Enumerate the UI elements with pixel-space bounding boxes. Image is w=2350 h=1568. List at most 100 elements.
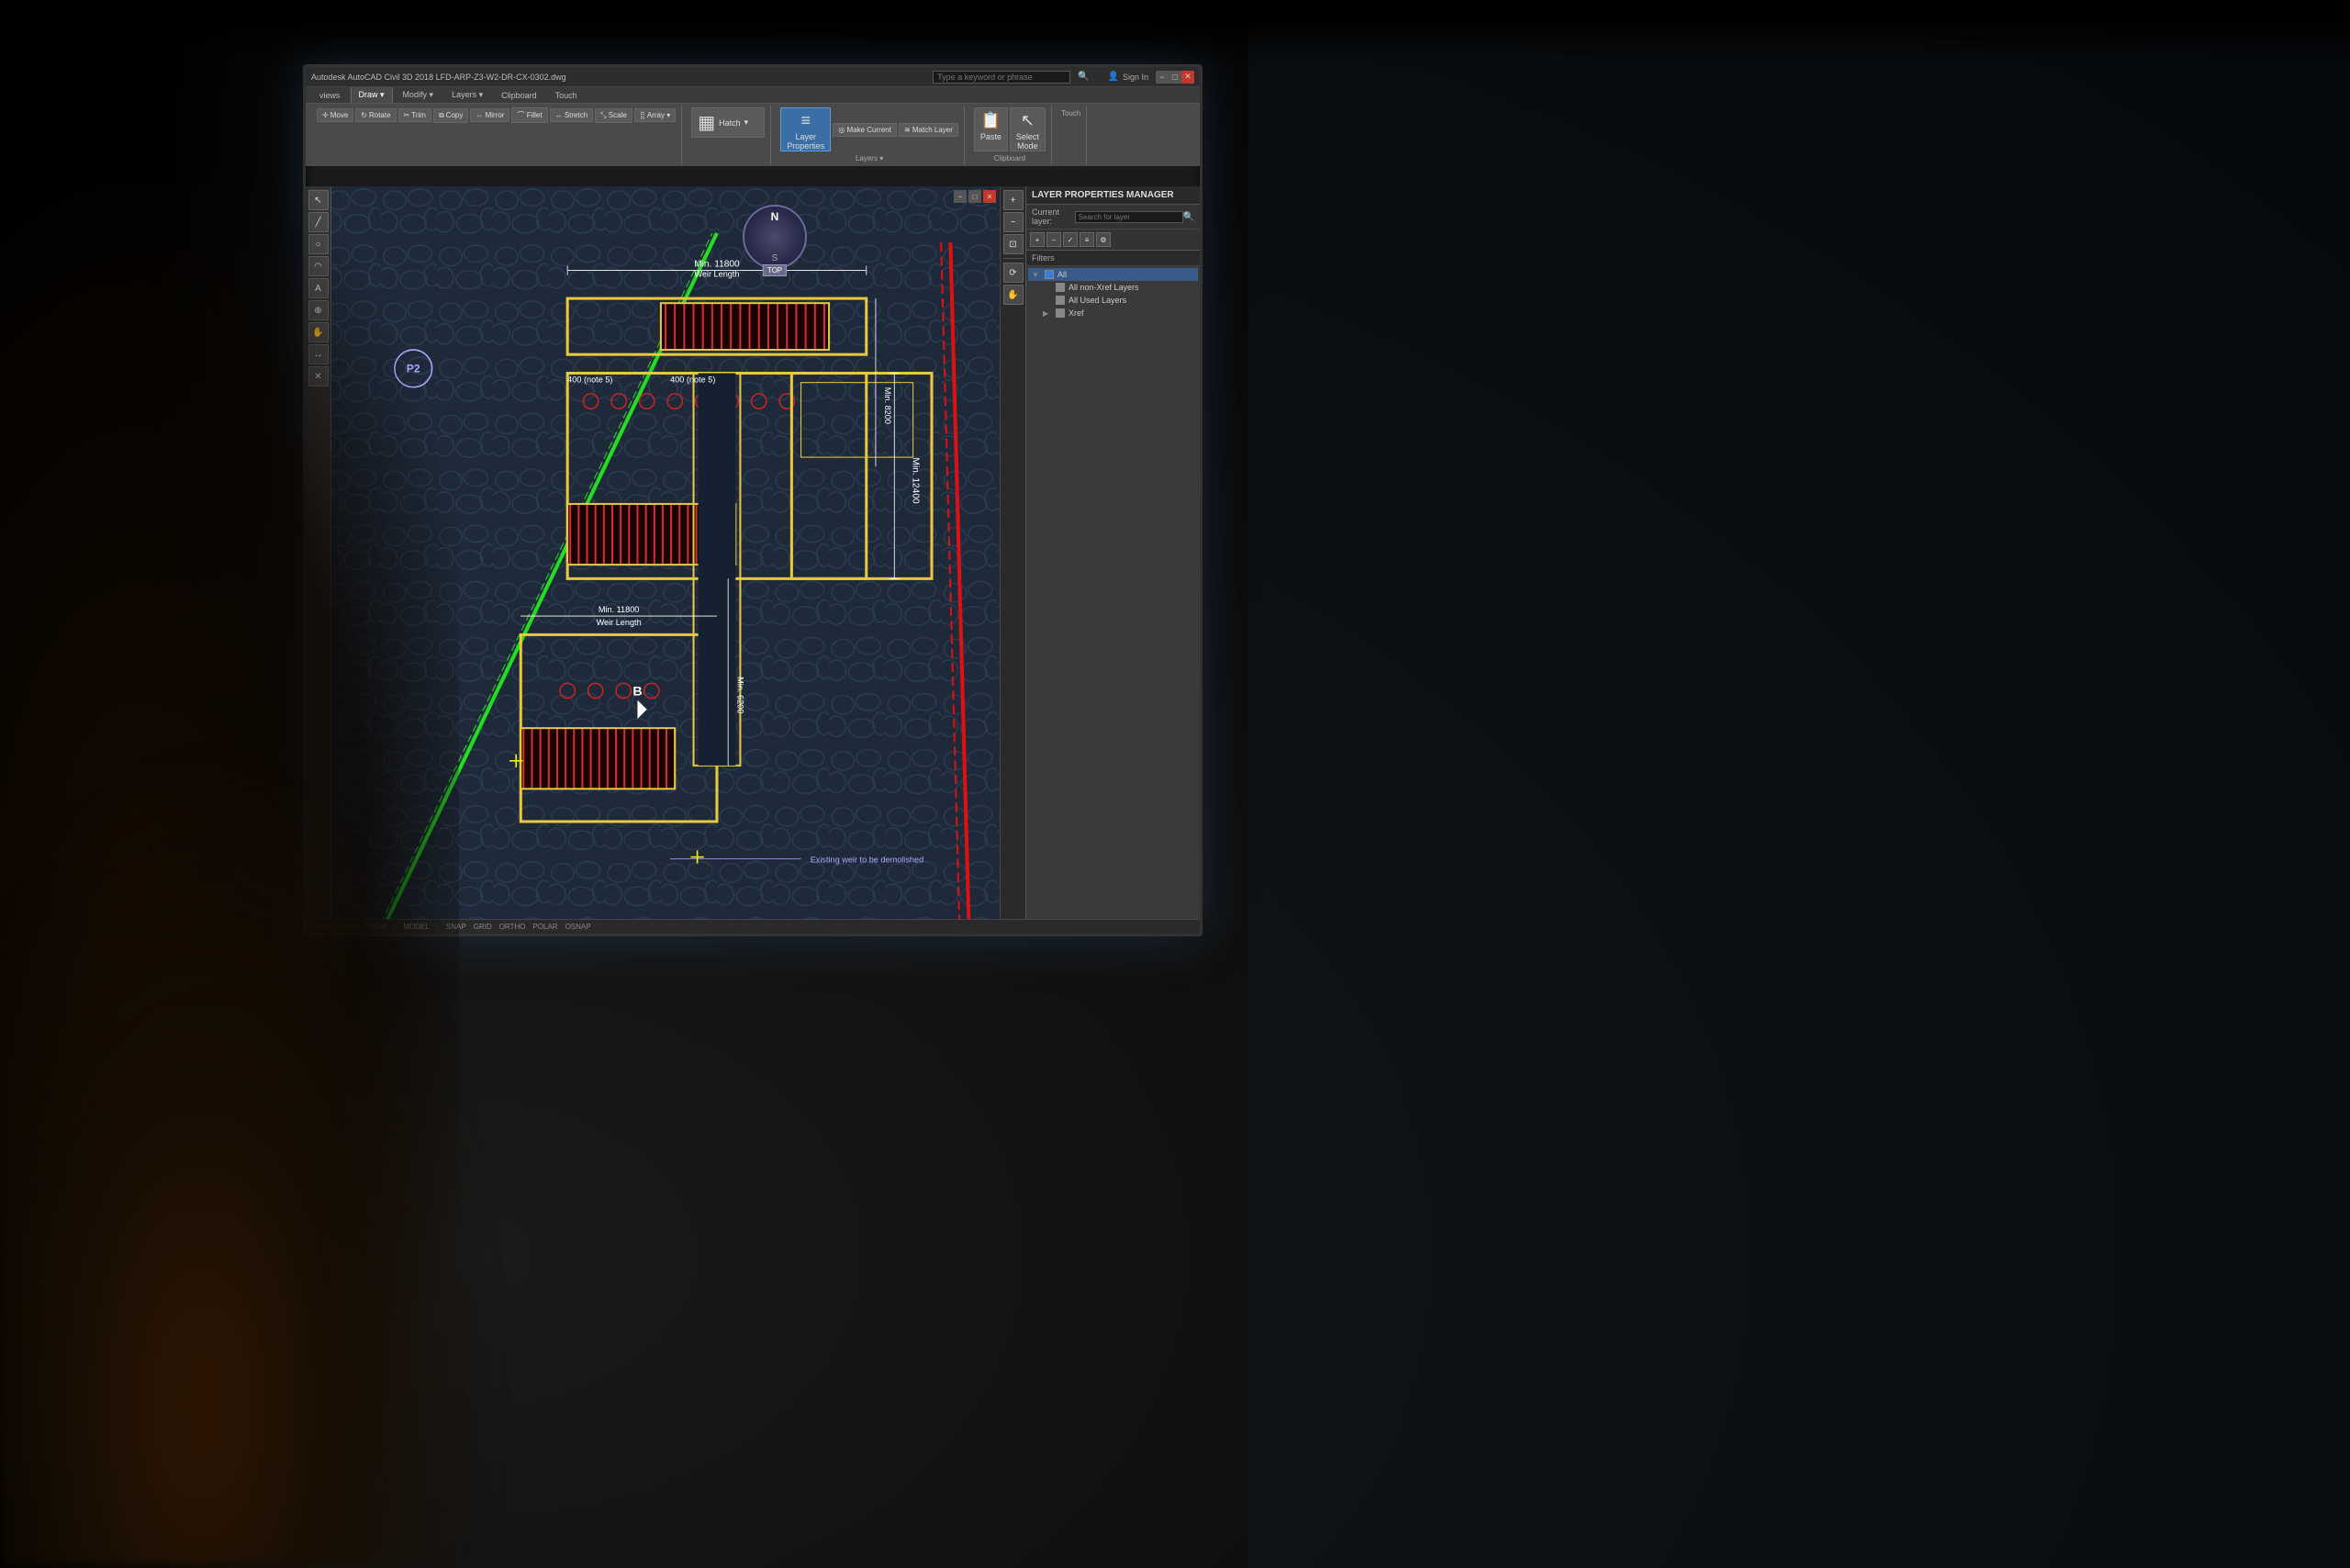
restore-button[interactable]: □ <box>1169 71 1181 84</box>
svg-text:Min. 11800: Min. 11800 <box>599 605 640 614</box>
model-button[interactable]: MODEL <box>403 923 429 931</box>
set-current-button[interactable]: ✓ <box>1063 232 1078 247</box>
draw-tools: ✛ Move ↻ Rotate ✂ Trim ⧉ Copy ⇔ Mirror ⌒… <box>317 107 676 123</box>
svg-text:P2: P2 <box>407 362 420 375</box>
ribbon-clipboard-group: 📋 Paste ↖ SelectMode Clipboard <box>968 106 1052 164</box>
tab-views[interactable]: views <box>311 87 349 103</box>
status-bar: 0.0000, 0.0000, 0.0000 | MODEL | SNAP GR… <box>306 919 1200 934</box>
layer-label-used: All Used Layers <box>1069 296 1126 305</box>
arc-tool-button[interactable]: ◠ <box>308 256 329 276</box>
layer-properties-icon: ≡ <box>801 111 811 130</box>
layer-states-button[interactable]: ≡ <box>1080 232 1094 247</box>
fillet-button[interactable]: ⌒ Fillet <box>511 107 547 123</box>
layer-panel-title: LAYER PROPERTIES MANAGER <box>1026 186 1200 205</box>
osnap-button[interactable]: OSNAP <box>565 923 591 931</box>
navigation-cube[interactable]: N S TOP <box>743 205 807 269</box>
layer-tree: ▼ All All non-Xref Layers All Used Layer… <box>1026 266 1200 934</box>
side-toolbar: ↖ ╱ ○ ◠ A ⊕ ✋ ↔ ✕ <box>306 186 331 934</box>
status-divider-1: | <box>394 923 396 931</box>
circle-tool-button[interactable]: ○ <box>308 234 329 254</box>
polar-button[interactable]: POLAR <box>532 923 557 931</box>
pan-view-button[interactable]: ✋ <box>1003 285 1024 305</box>
move-button[interactable]: ✛ Move <box>317 108 353 122</box>
compass-circle: N S <box>743 205 807 269</box>
layer-label-all: All <box>1058 270 1067 279</box>
select-mode-button[interactable]: ↖ SelectMode <box>1010 107 1046 151</box>
rotate-button[interactable]: ↻ Rotate <box>355 108 396 122</box>
stretch-button[interactable]: ↔ Stretch <box>550 108 594 122</box>
layer-properties-button[interactable]: ≡ LayerProperties <box>780 107 831 151</box>
select-icon: ↖ <box>1021 111 1035 130</box>
erase-tool-button[interactable]: ✕ <box>308 366 329 386</box>
zoom-tool-button[interactable]: ⊕ <box>308 300 329 320</box>
compass-south: S <box>772 253 778 263</box>
zoom-out-button[interactable]: − <box>1003 212 1024 232</box>
title-search-input[interactable] <box>933 71 1070 84</box>
svg-text:400 (note 5): 400 (note 5) <box>567 375 612 385</box>
ribbon-content: ✛ Move ↻ Rotate ✂ Trim ⧉ Copy ⇔ Mirror ⌒… <box>306 104 1200 166</box>
minimize-button[interactable]: − <box>1156 71 1169 84</box>
tab-clipboard[interactable]: Clipboard <box>493 87 545 103</box>
match-layer-button[interactable]: ≋ Match Layer <box>899 123 958 137</box>
tab-touch[interactable]: Touch <box>547 87 586 103</box>
layer-tree-used[interactable]: All Used Layers <box>1028 294 1198 307</box>
expand-icon-4: ▶ <box>1043 309 1052 318</box>
touch-group-label: Touch <box>1061 109 1080 118</box>
mirror-button[interactable]: ⇔ Mirror <box>470 108 509 122</box>
svg-text:B: B <box>632 685 642 700</box>
tab-draw[interactable]: Draw ▾ <box>351 86 393 103</box>
hatch-dropdown-arrow: ▾ <box>744 118 749 128</box>
tab-modify[interactable]: Modify ▾ <box>395 86 442 103</box>
sign-in-button[interactable]: Sign In <box>1123 73 1148 82</box>
paste-icon: 📋 <box>980 111 1001 130</box>
zoom-in-button[interactable]: + <box>1003 190 1024 210</box>
grid-button[interactable]: GRID <box>474 923 492 931</box>
layer-color-used <box>1056 296 1065 305</box>
array-button[interactable]: ⣿ Array ▾ <box>634 108 676 122</box>
paste-button[interactable]: 📋 Paste <box>974 107 1008 151</box>
drawing-minimize-button[interactable]: − <box>954 190 967 203</box>
delete-layer-button[interactable]: − <box>1046 232 1061 247</box>
layer-color-xref <box>1056 308 1065 318</box>
current-layer-input[interactable] <box>1075 211 1183 223</box>
drawing-close-button[interactable]: ✕ <box>983 190 996 203</box>
svg-text:Weir Length: Weir Length <box>694 270 739 279</box>
hatch-dropdown[interactable]: ▦ Hatch ▾ <box>691 107 765 138</box>
move-icon: ✛ <box>322 111 329 119</box>
scale-button[interactable]: ⤡ Scale <box>595 108 632 123</box>
top-right-bg <box>1248 0 2350 1568</box>
right-side-toolbar: + − ⊡ ⟳ ✋ <box>1000 186 1025 934</box>
filters-label: Filters <box>1026 251 1200 266</box>
layer-tools: ≡ LayerProperties ◎ Make Current ≋ Match… <box>780 107 958 151</box>
drawing-maximize-button[interactable]: □ <box>968 190 981 203</box>
rotate-icon: ↻ <box>361 111 367 119</box>
cad-area[interactable]: Min. 11800 Weir Length Min. 12400 400 (n… <box>331 186 1000 934</box>
layer-panel-toolbar: + − ✓ ≡ ⚙ <box>1026 230 1200 251</box>
fit-view-button[interactable]: ⊡ <box>1003 234 1024 254</box>
new-layer-button[interactable]: + <box>1030 232 1045 247</box>
svg-text:400 (note 5): 400 (note 5) <box>670 375 715 385</box>
ortho-button[interactable]: ORTHO <box>499 923 526 931</box>
dimension-tool-button[interactable]: ↔ <box>308 344 329 364</box>
expand-icon: ▼ <box>1032 271 1041 279</box>
select-tool-button[interactable]: ↖ <box>308 190 329 210</box>
layer-color-non-xref <box>1056 283 1065 292</box>
pan-tool-button[interactable]: ✋ <box>308 322 329 342</box>
make-current-button[interactable]: ◎ Make Current <box>833 123 897 137</box>
snap-button[interactable]: SNAP <box>446 923 466 931</box>
tab-layers[interactable]: Layers ▾ <box>443 86 491 103</box>
trim-button[interactable]: ✂ Trim <box>398 108 431 122</box>
top-view-button[interactable]: TOP <box>763 264 787 276</box>
line-tool-button[interactable]: ╱ <box>308 212 329 232</box>
copy-button[interactable]: ⧉ Copy <box>433 108 468 123</box>
orbit-button[interactable]: ⟳ <box>1003 263 1024 283</box>
svg-text:Weir Length: Weir Length <box>597 618 642 627</box>
close-button[interactable]: ✕ <box>1181 71 1194 84</box>
text-tool-button[interactable]: A <box>308 278 329 298</box>
layers-group-label: Layers ▾ <box>856 154 883 162</box>
layer-tree-non-xref[interactable]: All non-Xref Layers <box>1028 281 1198 294</box>
layer-tree-all[interactable]: ▼ All <box>1028 268 1198 281</box>
layer-tree-xref[interactable]: ▶ Xref <box>1028 307 1198 319</box>
layer-search-button[interactable]: 🔍 <box>1183 212 1194 222</box>
layer-settings-button[interactable]: ⚙ <box>1096 232 1111 247</box>
